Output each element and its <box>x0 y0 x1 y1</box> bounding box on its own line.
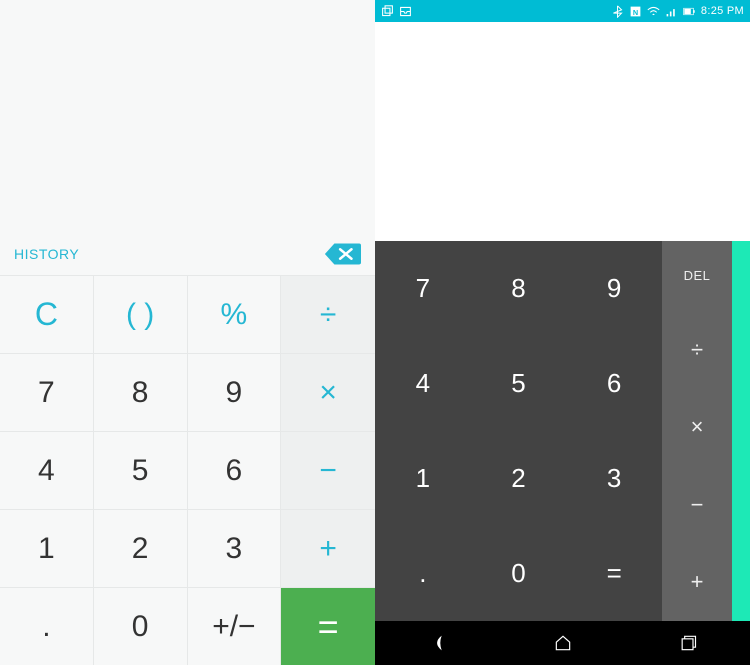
calculator-left: HISTORY C ( ) % ÷ 7 8 9 × 4 5 6 − 1 2 3 … <box>0 0 375 665</box>
decimal-button[interactable]: . <box>375 526 471 621</box>
home-button[interactable] <box>533 621 593 665</box>
digit-3[interactable]: 3 <box>566 431 662 526</box>
wifi-icon <box>647 5 660 18</box>
equals-button[interactable]: = <box>566 526 662 621</box>
digit-1[interactable]: 1 <box>375 431 471 526</box>
decimal-button[interactable]: . <box>0 587 94 665</box>
multiply-button[interactable]: × <box>662 388 732 466</box>
bluetooth-icon <box>611 5 624 18</box>
numpad: 7 8 9 4 5 6 1 2 3 . 0 = <box>375 241 662 621</box>
digit-2[interactable]: 2 <box>94 509 188 587</box>
minus-button[interactable]: − <box>281 431 375 509</box>
history-button[interactable]: HISTORY <box>14 246 79 262</box>
calculator-right: N 8:25 PM 7 8 9 4 5 6 1 2 3 . 0 = DEL ÷ … <box>375 0 750 665</box>
keypad-body: 7 8 9 4 5 6 1 2 3 . 0 = DEL ÷ × − + <box>375 241 750 621</box>
digit-8[interactable]: 8 <box>94 353 188 431</box>
nfc-icon: N <box>629 5 642 18</box>
backspace-icon <box>323 241 361 267</box>
secondary-bar: HISTORY <box>0 239 375 275</box>
display-area <box>375 22 750 241</box>
digit-6[interactable]: 6 <box>566 336 662 431</box>
signal-icon <box>665 5 678 18</box>
digit-6[interactable]: 6 <box>188 431 282 509</box>
digit-7[interactable]: 7 <box>375 241 471 336</box>
digit-8[interactable]: 8 <box>471 241 567 336</box>
digit-5[interactable]: 5 <box>94 431 188 509</box>
clear-button[interactable]: C <box>0 275 94 353</box>
back-icon <box>427 632 449 654</box>
display-area <box>0 0 375 239</box>
digit-2[interactable]: 2 <box>471 431 567 526</box>
paren-button[interactable]: ( ) <box>94 275 188 353</box>
plusminus-button[interactable]: +/− <box>188 587 282 665</box>
home-icon <box>553 633 573 653</box>
divide-button[interactable]: ÷ <box>281 275 375 353</box>
digit-9[interactable]: 9 <box>566 241 662 336</box>
multiply-button[interactable]: × <box>281 353 375 431</box>
svg-text:N: N <box>633 7 638 16</box>
battery-icon <box>683 5 696 18</box>
recent-button[interactable] <box>658 621 718 665</box>
ops-column: DEL ÷ × − + <box>662 241 732 621</box>
divide-button[interactable]: ÷ <box>662 311 732 389</box>
percent-button[interactable]: % <box>188 275 282 353</box>
keypad: C ( ) % ÷ 7 8 9 × 4 5 6 − 1 2 3 + . 0 +/… <box>0 275 375 665</box>
inbox-icon <box>399 5 412 18</box>
status-right: N 8:25 PM <box>611 5 744 18</box>
backspace-button[interactable] <box>323 241 361 267</box>
navigation-bar <box>375 621 750 665</box>
clock-text: 8:25 PM <box>701 5 744 17</box>
delete-button[interactable]: DEL <box>662 241 732 311</box>
digit-0[interactable]: 0 <box>94 587 188 665</box>
digit-4[interactable]: 4 <box>0 431 94 509</box>
cards-icon <box>381 5 394 18</box>
digit-0[interactable]: 0 <box>471 526 567 621</box>
equals-button[interactable]: = <box>281 587 375 665</box>
digit-9[interactable]: 9 <box>188 353 282 431</box>
digit-1[interactable]: 1 <box>0 509 94 587</box>
digit-7[interactable]: 7 <box>0 353 94 431</box>
advanced-drawer-handle[interactable] <box>732 241 750 621</box>
back-button[interactable] <box>408 621 468 665</box>
plus-button[interactable]: + <box>281 509 375 587</box>
status-bar: N 8:25 PM <box>375 0 750 22</box>
status-left <box>381 5 412 18</box>
minus-button[interactable]: − <box>662 466 732 544</box>
recent-icon <box>678 633 698 653</box>
digit-5[interactable]: 5 <box>471 336 567 431</box>
digit-4[interactable]: 4 <box>375 336 471 431</box>
plus-button[interactable]: + <box>662 543 732 621</box>
digit-3[interactable]: 3 <box>188 509 282 587</box>
